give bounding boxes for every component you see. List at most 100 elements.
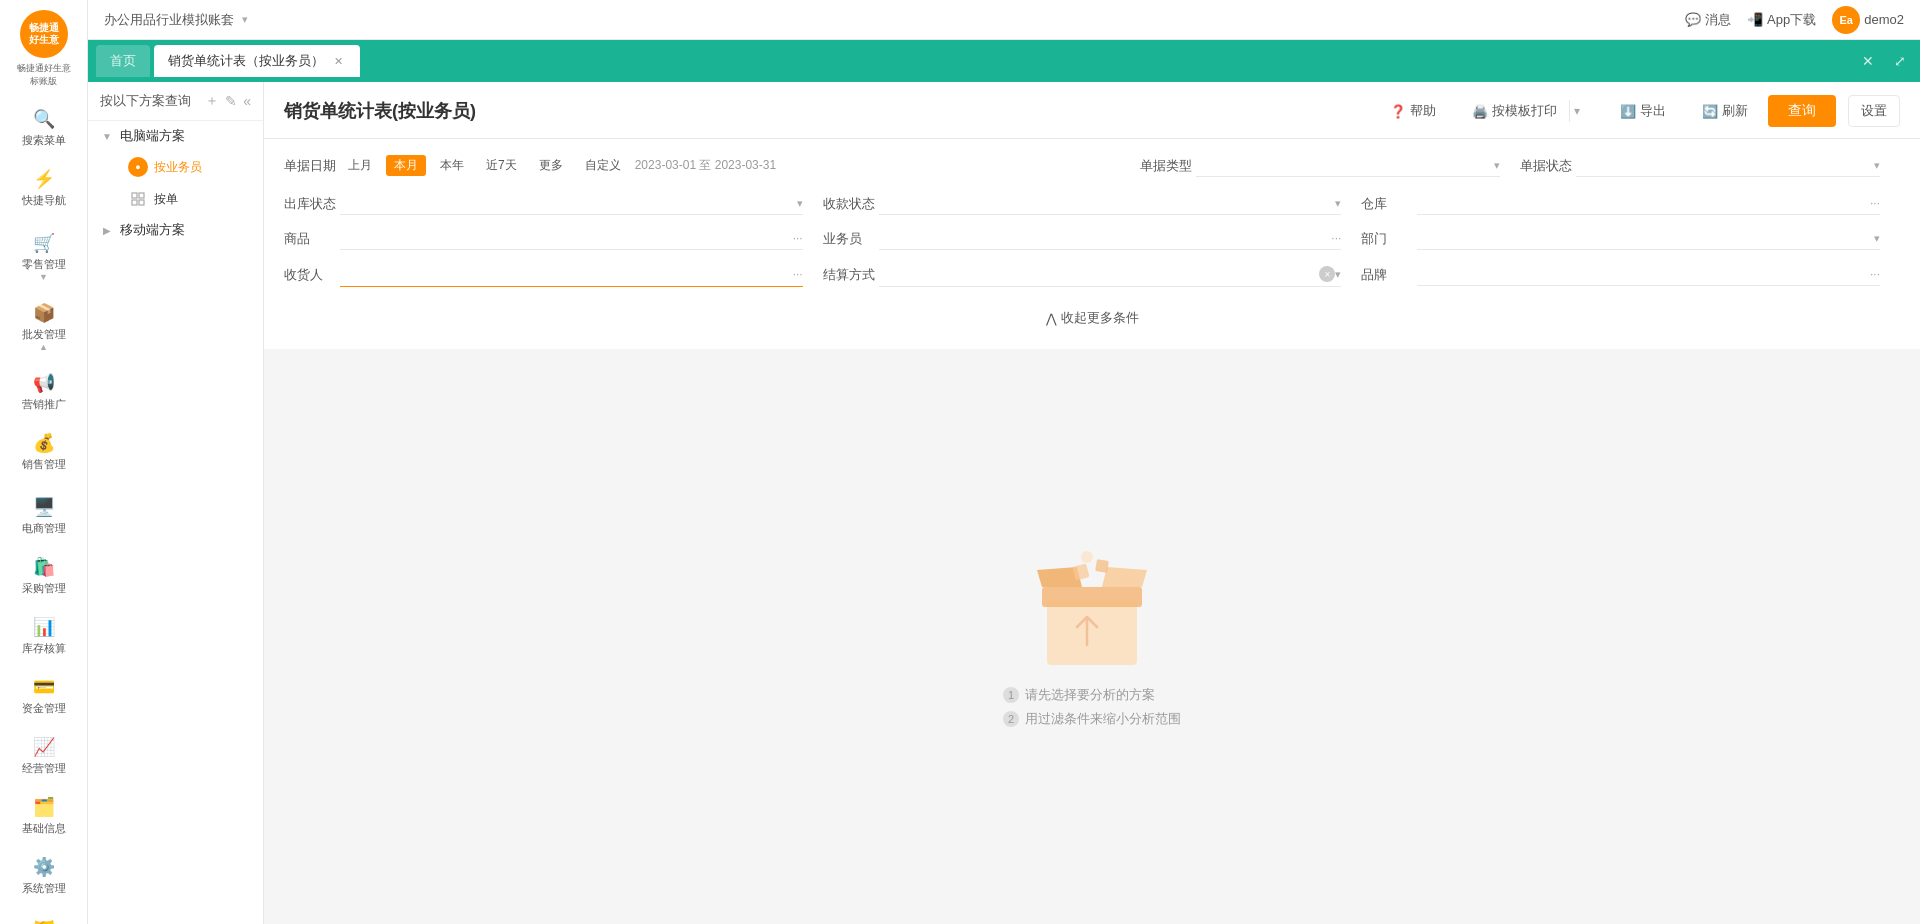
sidebar-item-system[interactable]: ⚙️ 系统管理	[0, 846, 87, 906]
date-btn-more[interactable]: 更多	[531, 155, 571, 176]
query-button[interactable]: 查询	[1768, 95, 1836, 127]
date-btn-lastmonth[interactable]: 上月	[340, 155, 380, 176]
sidebar-item-wholesale-label: 批发管理	[22, 327, 66, 342]
tab-close-all-btn[interactable]: ✕	[1856, 49, 1880, 73]
salesperson-control[interactable]: ···	[879, 227, 1342, 250]
warehouse-more-icon[interactable]: ···	[1870, 196, 1880, 210]
sidebar-item-base[interactable]: 🗂️ 基础信息	[0, 786, 87, 846]
operations-icon: 📈	[33, 736, 55, 758]
add-scheme-btn[interactable]: ＋	[205, 92, 219, 110]
date-btn-thismonth[interactable]: 本月	[386, 155, 426, 176]
tab-close-btn[interactable]: ✕	[330, 53, 346, 69]
sidebar-item-system-label: 系统管理	[22, 881, 66, 896]
sidebar-item-marketing[interactable]: 📢 营销推广	[0, 362, 87, 422]
sidebar-item-purchase-label: 采购管理	[22, 581, 66, 596]
warehouse-control[interactable]: ···	[1417, 192, 1880, 215]
empty-illustration	[1012, 540, 1172, 670]
app-logo[interactable]: 畅捷通好生意 畅捷通好生意 标账版	[0, 0, 87, 98]
consignee-control[interactable]: ···	[340, 263, 803, 287]
tree-child-desktop: ● 按业务员 按单	[88, 151, 263, 215]
tree-item-by-salesperson[interactable]: ● 按业务员	[116, 151, 263, 183]
sidebar-item-sales-label: 销售管理	[22, 457, 66, 472]
logo-icon: 畅捷通好生意	[20, 10, 68, 58]
shipstatus-label: 出库状态	[284, 195, 340, 213]
export-btn[interactable]: ⬇️ 导出	[1612, 98, 1674, 124]
sidebar-item-sales[interactable]: 💰 销售管理	[0, 422, 87, 482]
payment-dropdown-icon: ▾	[1335, 268, 1341, 281]
department-control[interactable]: ▾	[1417, 228, 1880, 250]
breadcrumb-dropdown[interactable]: ▾	[242, 13, 248, 26]
tree-item-by-salesperson-label: 按业务员	[154, 159, 202, 176]
doctype-control[interactable]: ▾	[1196, 155, 1500, 177]
print-btn[interactable]: 🖨️ 按模板打印	[1464, 98, 1565, 124]
content-area: 按以下方案查询 ＋ ✎ « ▼ 电脑端方案 ● 按业务员	[88, 82, 1920, 924]
collapse-icon: ⋀	[1046, 311, 1057, 326]
tab-home[interactable]: 首页	[96, 45, 150, 77]
date-btn-custom[interactable]: 自定义	[577, 155, 629, 176]
sidebar-item-purchase[interactable]: 🛍️ 采购管理	[0, 546, 87, 606]
product-label: 商品	[284, 230, 340, 248]
svg-rect-1	[139, 193, 144, 198]
sidebar-item-enterprise[interactable]: 🤝 企业协同	[0, 906, 87, 924]
sidebar-item-wholesale[interactable]: 📦 批发管理 ▲	[0, 292, 87, 362]
tab-expand-btn[interactable]: ⤢	[1888, 49, 1912, 73]
sidebar-item-search[interactable]: 🔍 搜索菜单	[0, 98, 87, 158]
filter-brand: 品牌 ···	[1361, 263, 1900, 286]
tab-sales-report[interactable]: 销货单统计表（按业务员） ✕	[154, 45, 360, 77]
filter-row-3: 商品 ··· 业务员 ··· 部门	[284, 227, 1900, 250]
user-menu-btn[interactable]: Ea demo2	[1832, 6, 1904, 34]
empty-step-1: 1 请先选择要分析的方案	[1003, 686, 1181, 704]
brand-control[interactable]: ···	[1417, 263, 1880, 286]
app-download-btn[interactable]: 📲 App下载	[1747, 11, 1816, 29]
receiptstatus-control[interactable]: ▾	[879, 193, 1342, 215]
print-dropdown-btn[interactable]: ▾	[1569, 100, 1584, 122]
date-btn-thisyear[interactable]: 本年	[432, 155, 472, 176]
tree-item-mobile[interactable]: ▶ 移动端方案	[88, 215, 263, 245]
message-icon: 💬	[1685, 12, 1701, 27]
payment-clear-btn[interactable]: ×	[1319, 266, 1335, 282]
sidebar-item-retail[interactable]: 🛒 零售管理 ▼	[0, 222, 87, 292]
product-control[interactable]: ···	[340, 227, 803, 250]
collapse-panel-btn[interactable]: «	[243, 93, 251, 109]
shipstatus-control[interactable]: ▾	[340, 193, 803, 215]
desktop-expand-icon: ▼	[100, 129, 114, 143]
collapse-btn[interactable]: ⋀ 收起更多条件	[284, 303, 1900, 333]
finance-icon: 💳	[33, 676, 55, 698]
tree-item-by-order[interactable]: 按单	[116, 183, 263, 215]
sidebar-item-operations[interactable]: 📈 经营管理	[0, 726, 87, 786]
docstatus-control[interactable]: ▾	[1576, 155, 1880, 177]
edit-scheme-btn[interactable]: ✎	[225, 93, 237, 109]
step-2-text: 用过滤条件来缩小分析范围	[1025, 710, 1181, 728]
sidebar-item-ecommerce[interactable]: 🖥️ 电商管理	[0, 486, 87, 546]
empty-text: 1 请先选择要分析的方案 2 用过滤条件来缩小分析范围	[1003, 686, 1181, 734]
help-btn[interactable]: ❓ 帮助	[1382, 98, 1444, 124]
payment-control[interactable]: × ▾	[879, 262, 1342, 287]
sidebar-item-finance[interactable]: 💳 资金管理	[0, 666, 87, 726]
sidebar-item-inventory-label: 库存核算	[22, 641, 66, 656]
sidebar-item-ecommerce-label: 电商管理	[22, 521, 66, 536]
sidebar-item-base-label: 基础信息	[22, 821, 66, 836]
consignee-more-icon[interactable]: ···	[793, 267, 803, 281]
consignee-input[interactable]	[340, 267, 793, 282]
setting-button[interactable]: 设置	[1848, 95, 1900, 127]
left-panel-title: 按以下方案查询	[100, 92, 191, 110]
tree-item-desktop[interactable]: ▼ 电脑端方案	[88, 121, 263, 151]
sidebar-item-quicknav[interactable]: ⚡ 快捷导航	[0, 158, 87, 218]
purchase-icon: 🛍️	[33, 556, 55, 578]
svg-rect-3	[139, 200, 144, 205]
system-icon: ⚙️	[33, 856, 55, 878]
tab-home-label: 首页	[110, 52, 136, 70]
refresh-btn[interactable]: 🔄 刷新	[1694, 98, 1756, 124]
brand-more-icon[interactable]: ···	[1870, 267, 1880, 281]
tree-desktop-label: 电脑端方案	[120, 127, 185, 145]
message-btn[interactable]: 💬 消息	[1685, 11, 1731, 29]
ecommerce-icon: 🖥️	[33, 496, 55, 518]
sidebar-item-inventory[interactable]: 📊 库存核算	[0, 606, 87, 666]
tab-sales-report-label: 销货单统计表（按业务员）	[168, 52, 324, 70]
mobile-expand-icon: ▶	[100, 223, 114, 237]
sales-icon: 💰	[33, 432, 55, 454]
date-btn-7days[interactable]: 近7天	[478, 155, 525, 176]
product-more-icon[interactable]: ···	[793, 231, 803, 245]
breadcrumb-text: 办公用品行业模拟账套	[104, 11, 234, 29]
salesperson-more-icon[interactable]: ···	[1331, 231, 1341, 245]
